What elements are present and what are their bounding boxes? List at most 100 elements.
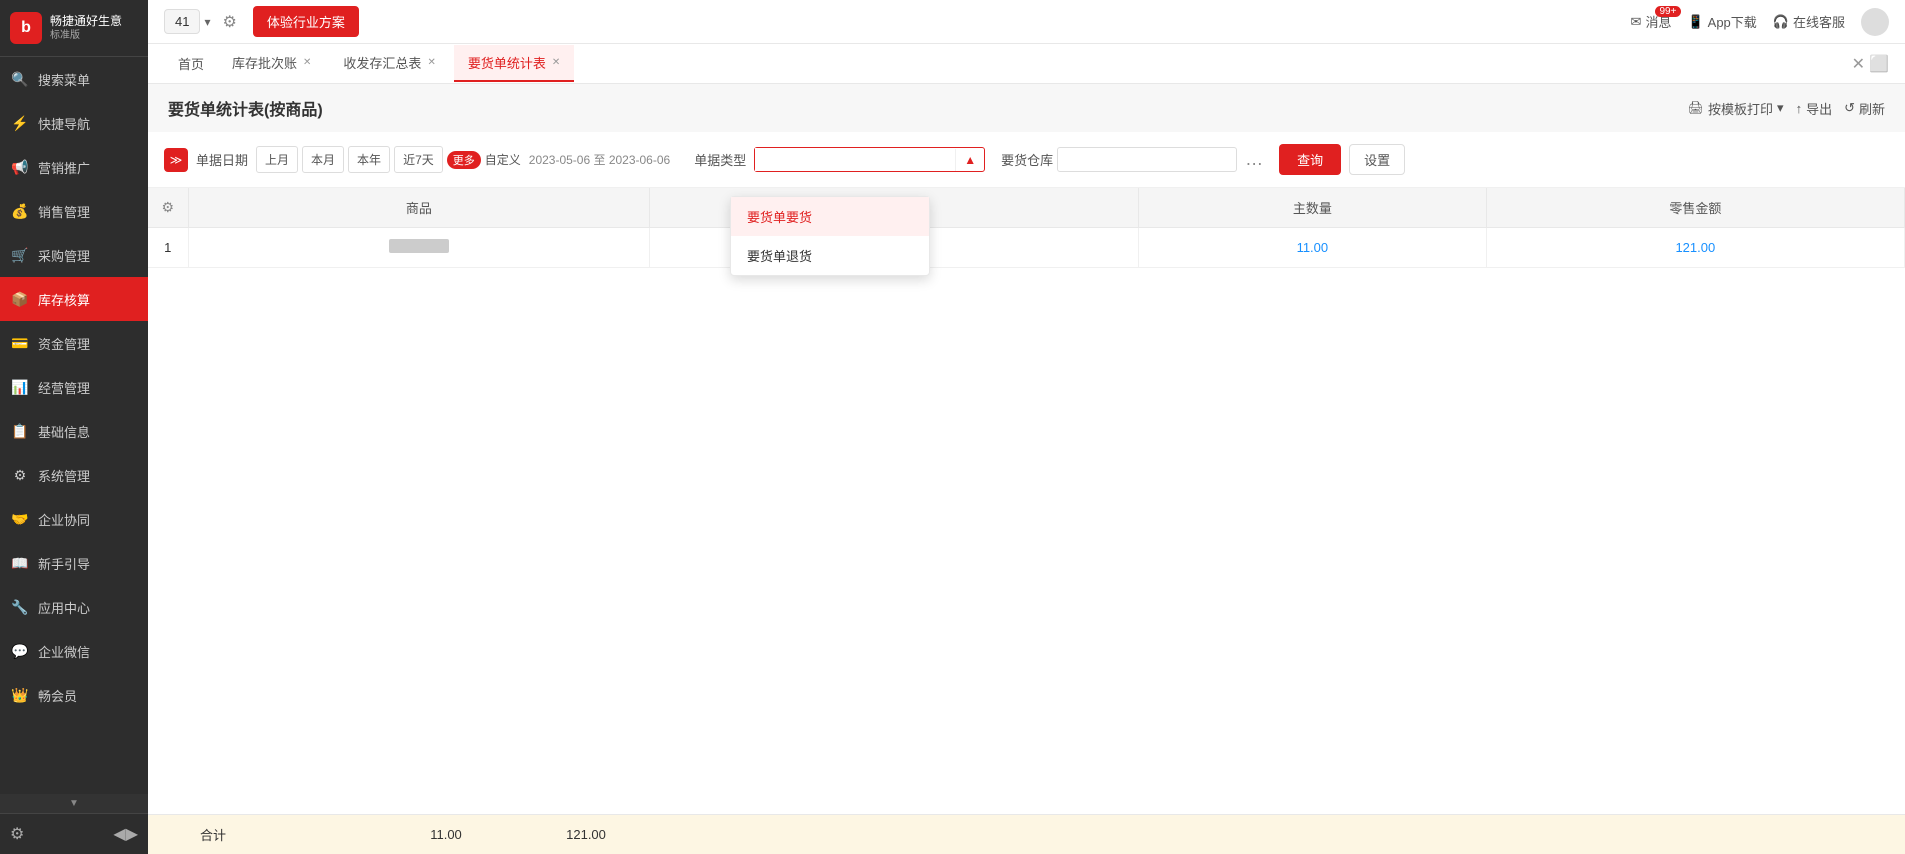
tab-inventory-batch[interactable]: 库存批次账 ✕	[218, 45, 325, 82]
sidebar-item-快捷导航[interactable]: ⚡ 快捷导航	[0, 101, 148, 145]
type-dropdown: 要货单要货 要货单退货	[730, 196, 930, 276]
nav-icon: 🤝	[10, 509, 30, 529]
page-header: 要货单统计表(按商品) 🖨 按模板打印 ▾ ↑ 导出 ↺ 刷新	[148, 84, 1905, 132]
footer-quantity: 11.00	[406, 827, 486, 842]
topbar-left: 41 ▾ ⚙ 体验行业方案	[164, 6, 1631, 37]
amount-link[interactable]: 121.00	[1675, 240, 1715, 255]
quantity-link[interactable]: 11.00	[1297, 240, 1329, 255]
this-year-btn[interactable]: 本年	[348, 146, 390, 173]
more-badge[interactable]: 更多	[447, 151, 481, 169]
nav-label: 资金管理	[38, 334, 90, 353]
nav-label: 畅会员	[38, 686, 77, 705]
nav-icon: ⚙	[10, 465, 30, 485]
topbar: 41 ▾ ⚙ 体验行业方案 ✉ 消息 99+ 📱 App下载 🎧 在线客服	[148, 0, 1905, 44]
sidebar-nav: 🔍 搜索菜单 ⚡ 快捷导航 📢 营销推广 💰 销售管理 🛒 采购管理 📦 库存核…	[0, 57, 148, 794]
print-dropdown-icon[interactable]: ▾	[1777, 100, 1784, 116]
sidebar-item-库存核算[interactable]: 📦 库存核算	[0, 277, 148, 321]
sidebar-item-搜索菜单[interactable]: 🔍 搜索菜单	[0, 57, 148, 101]
sidebar-item-系统管理[interactable]: ⚙ 系统管理	[0, 453, 148, 497]
sidebar-item-采购管理[interactable]: 🛒 采购管理	[0, 233, 148, 277]
expand-tabs-icon[interactable]: ⬜	[1869, 54, 1889, 74]
export-icon: ↑	[1796, 101, 1803, 116]
export-btn[interactable]: ↑ 导出	[1796, 99, 1833, 118]
custom-btn[interactable]: 自定义	[485, 151, 521, 168]
nav-label: 应用中心	[38, 598, 90, 617]
tab-home[interactable]: 首页	[164, 46, 218, 81]
nav-label: 新手引导	[38, 554, 90, 573]
recent7-btn[interactable]: 近7天	[394, 146, 443, 173]
tabs-bar: 首页 库存批次账 ✕ 收发存汇总表 ✕ 要货单统计表 ✕ ✕ ⬜	[148, 44, 1905, 84]
online-service-btn[interactable]: 🎧 在线客服	[1773, 12, 1845, 31]
row-amount: 121.00	[1486, 228, 1904, 268]
sidebar-item-销售管理[interactable]: 💰 销售管理	[0, 189, 148, 233]
settings-icon[interactable]: ⚙	[10, 824, 24, 844]
print-btn[interactable]: 🖨 按模板打印 ▾	[1688, 99, 1784, 118]
app-logo-text: 畅捷通好生意 标准版	[50, 13, 122, 44]
type-input[interactable]	[755, 148, 955, 171]
type-dropdown-icon[interactable]: ▲	[955, 149, 984, 171]
nav-icon: 📋	[10, 421, 30, 441]
nav-label: 经营管理	[38, 378, 90, 397]
filter-settings-btn[interactable]: 设置	[1349, 144, 1405, 175]
this-month-btn[interactable]: 本月	[302, 146, 344, 173]
col-settings-icon[interactable]: ⚙	[161, 199, 174, 215]
topbar-settings-icon[interactable]: ⚙	[223, 12, 237, 32]
tab-close-icon[interactable]: ✕	[427, 57, 435, 68]
collapse-icon[interactable]: ◀▶	[113, 824, 138, 844]
sidebar-scroll-down[interactable]: ▼	[0, 794, 148, 813]
date-range-display: 2023-05-06 至 2023-06-06	[529, 151, 670, 168]
nav-icon: 📦	[10, 289, 30, 309]
up-month-btn[interactable]: 上月	[256, 146, 298, 173]
user-avatar[interactable]	[1861, 8, 1889, 36]
nav-label: 库存核算	[38, 290, 90, 309]
nav-icon: 💰	[10, 201, 30, 221]
filter-toggle-btn[interactable]: ≫	[164, 148, 188, 172]
sidebar-item-企业协同[interactable]: 🤝 企业协同	[0, 497, 148, 541]
tab-close-icon[interactable]: ✕	[303, 57, 311, 68]
sidebar-item-经营管理[interactable]: 📊 经营管理	[0, 365, 148, 409]
sidebar-item-资金管理[interactable]: 💳 资金管理	[0, 321, 148, 365]
refresh-icon: ↺	[1844, 100, 1855, 116]
sidebar-item-新手引导[interactable]: 📖 新手引导	[0, 541, 148, 585]
table-footer: 合计 11.00 121.00	[148, 814, 1905, 854]
messages-btn[interactable]: ✉ 消息 99+	[1631, 12, 1672, 31]
query-btn[interactable]: 查询	[1279, 144, 1341, 175]
sidebar-item-营销推广[interactable]: 📢 营销推广	[0, 145, 148, 189]
type-input-group: ▲	[754, 147, 985, 172]
nav-icon: 🔍	[10, 69, 30, 89]
sidebar-item-企业微信[interactable]: 💬 企业微信	[0, 629, 148, 673]
sidebar-item-应用中心[interactable]: 🔧 应用中心	[0, 585, 148, 629]
app-download-btn[interactable]: 📱 App下载	[1687, 12, 1756, 31]
nav-icon: 👑	[10, 685, 30, 705]
refresh-btn[interactable]: ↺ 刷新	[1844, 99, 1885, 118]
sidebar-item-畅会员[interactable]: 👑 畅会员	[0, 673, 148, 717]
tab-summary[interactable]: 收发存汇总表 ✕	[329, 45, 449, 82]
sidebar-logo: b 畅捷通好生意 标准版	[0, 0, 148, 57]
col-settings-header: ⚙	[148, 188, 188, 228]
tab-order-stats[interactable]: 要货单统计表 ✕	[454, 45, 574, 82]
headset-icon: 🎧	[1773, 14, 1789, 30]
industry-btn[interactable]: 体验行业方案	[253, 6, 359, 37]
row-product	[188, 228, 650, 268]
app-logo-icon: b	[10, 12, 42, 44]
row-index: 1	[148, 228, 188, 268]
sidebar: b 畅捷通好生意 标准版 🔍 搜索菜单 ⚡ 快捷导航 📢 营销推广 💰 销售管理…	[0, 0, 148, 854]
nav-label: 基础信息	[38, 422, 90, 441]
filter-date-group: 上月 本月 本年 近7天 更多 自定义	[256, 146, 521, 173]
date-label: 单据日期	[196, 150, 248, 169]
topbar-dropdown-btn[interactable]: ▾	[204, 15, 210, 29]
dropdown-item-1[interactable]: 要货单退货	[731, 236, 929, 275]
phone-icon: 📱	[1687, 14, 1703, 30]
sidebar-item-基础信息[interactable]: 📋 基础信息	[0, 409, 148, 453]
more-dots-icon[interactable]: …	[1245, 149, 1263, 170]
filter-bar: ≫ 单据日期 上月 本月 本年 近7天 更多 自定义 2023-05-06 至 …	[148, 132, 1905, 188]
message-icon: ✉	[1631, 14, 1642, 30]
close-all-tabs-btn[interactable]: ✕	[1852, 54, 1865, 74]
main-content: 41 ▾ ⚙ 体验行业方案 ✉ 消息 99+ 📱 App下载 🎧 在线客服 首页	[148, 0, 1905, 854]
dropdown-item-0[interactable]: 要货单要货	[731, 197, 929, 236]
nav-label: 系统管理	[38, 466, 90, 485]
warehouse-input[interactable]	[1057, 147, 1237, 172]
tab-close-icon[interactable]: ✕	[552, 57, 560, 68]
nav-icon: ⚡	[10, 113, 30, 133]
nav-icon: 🛒	[10, 245, 30, 265]
